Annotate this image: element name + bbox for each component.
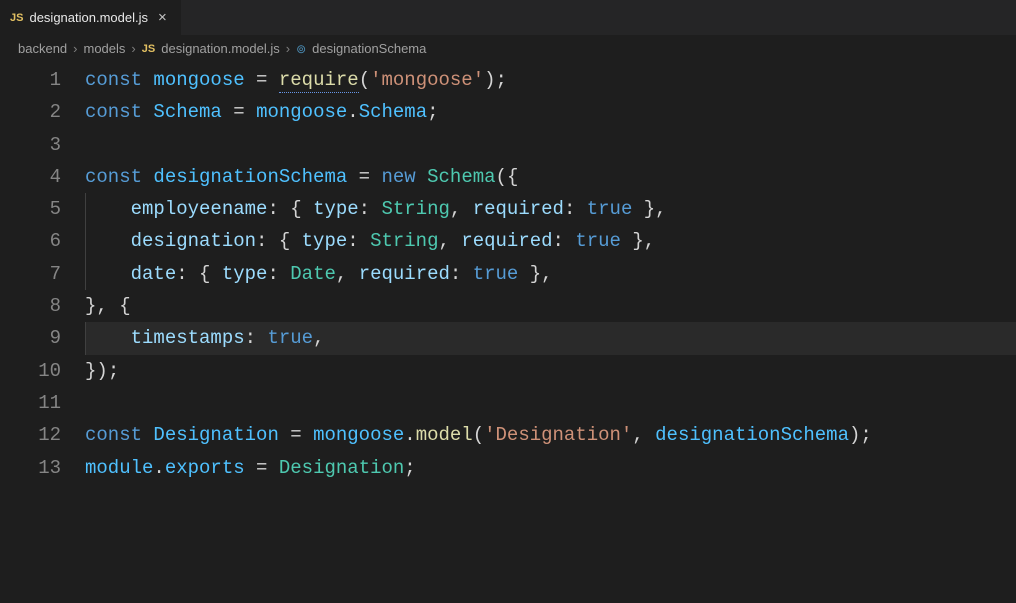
breadcrumb-segment-symbol[interactable]: designationSchema — [312, 41, 426, 56]
code-line[interactable]: }); — [85, 355, 1016, 387]
chevron-right-icon: › — [286, 41, 290, 56]
code-line[interactable]: module.exports = Designation; — [85, 452, 1016, 484]
breadcrumb: backend › models › JS designation.model.… — [0, 35, 1016, 62]
chevron-right-icon: › — [73, 41, 77, 56]
line-number: 8 — [0, 290, 61, 322]
code-line[interactable]: date: { type: Date, required: true }, — [85, 258, 1016, 290]
breadcrumb-segment-backend[interactable]: backend — [18, 41, 67, 56]
line-number: 7 — [0, 258, 61, 290]
js-file-icon: JS — [142, 43, 155, 55]
code-line[interactable]: timestamps: true, — [85, 322, 1016, 354]
line-number: 10 — [0, 355, 61, 387]
code-editor[interactable]: 1 2 3 4 5 6 7 8 9 10 11 12 13 const mong… — [0, 62, 1016, 484]
line-number: 2 — [0, 96, 61, 128]
symbol-icon: ⊚ — [296, 42, 306, 56]
line-number: 4 — [0, 161, 61, 193]
close-icon[interactable]: × — [154, 9, 171, 26]
line-number: 9 — [0, 322, 61, 354]
line-number: 13 — [0, 452, 61, 484]
line-number: 11 — [0, 387, 61, 419]
chevron-right-icon: › — [131, 41, 135, 56]
tab-title: designation.model.js — [29, 10, 148, 25]
code-area[interactable]: const mongoose = require('mongoose'); co… — [85, 64, 1016, 484]
tab-bar: JS designation.model.js × — [0, 0, 1016, 35]
code-line[interactable]: employeename: { type: String, required: … — [85, 193, 1016, 225]
code-line[interactable]: const mongoose = require('mongoose'); — [85, 64, 1016, 96]
code-line[interactable]: const Schema = mongoose.Schema; — [85, 96, 1016, 128]
code-line[interactable] — [85, 129, 1016, 161]
line-number: 6 — [0, 225, 61, 257]
code-line[interactable] — [85, 387, 1016, 419]
line-number: 12 — [0, 419, 61, 451]
line-number: 1 — [0, 64, 61, 96]
code-line[interactable]: designation: { type: String, required: t… — [85, 225, 1016, 257]
breadcrumb-segment-file[interactable]: designation.model.js — [161, 41, 280, 56]
js-file-icon: JS — [10, 12, 23, 24]
code-line[interactable]: }, { — [85, 290, 1016, 322]
code-line[interactable]: const designationSchema = new Schema({ — [85, 161, 1016, 193]
tab-designation-model[interactable]: JS designation.model.js × — [0, 0, 182, 35]
line-number: 3 — [0, 129, 61, 161]
line-number: 5 — [0, 193, 61, 225]
code-line[interactable]: const Designation = mongoose.model('Desi… — [85, 419, 1016, 451]
line-number-gutter: 1 2 3 4 5 6 7 8 9 10 11 12 13 — [0, 64, 85, 484]
breadcrumb-segment-models[interactable]: models — [84, 41, 126, 56]
